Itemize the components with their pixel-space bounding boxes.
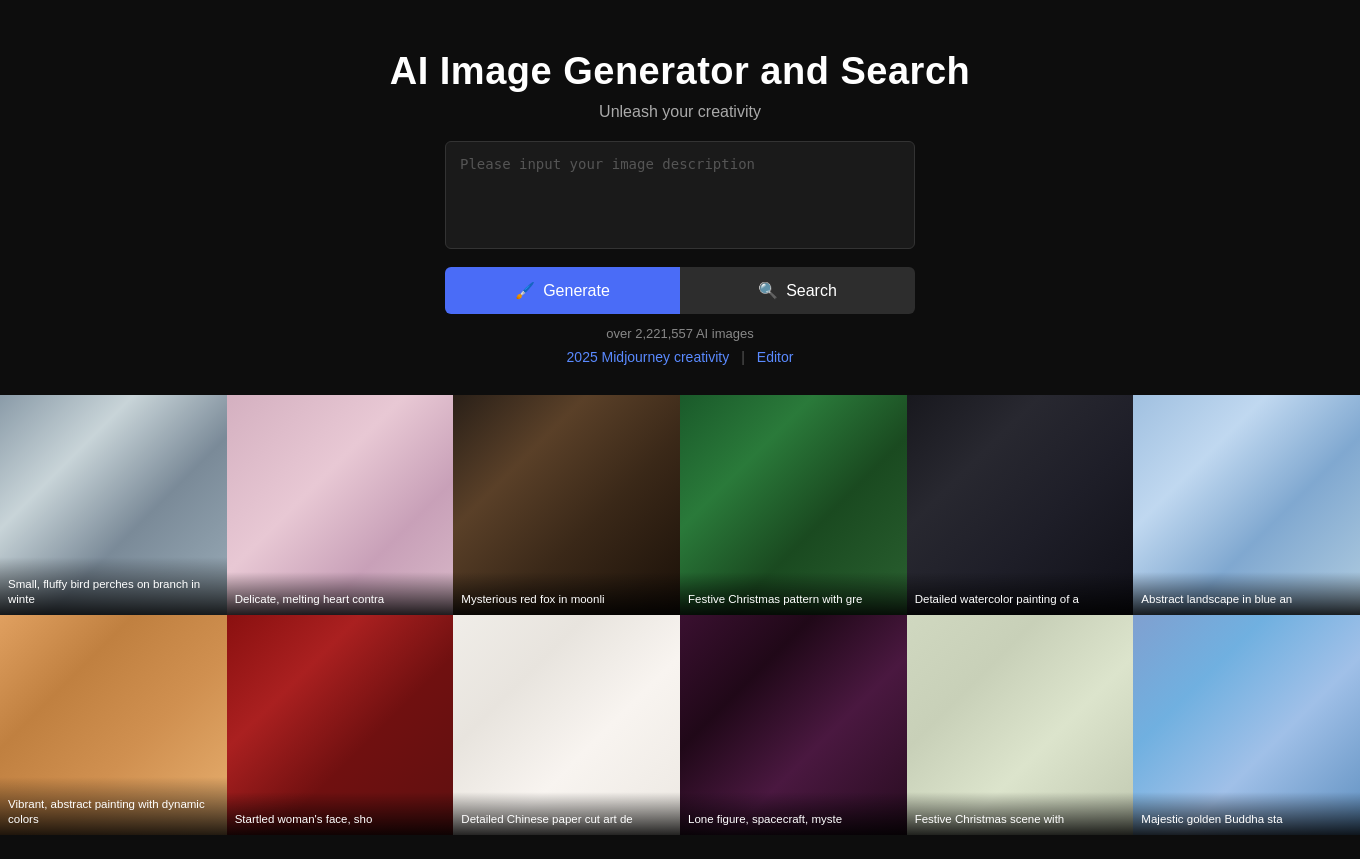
gallery-card-lone[interactable]: Lone figure, spacecraft, myste	[680, 615, 907, 835]
gallery-card-fox[interactable]: Mysterious red fox in moonli	[453, 395, 680, 615]
page-title: AI Image Generator and Search	[390, 50, 970, 93]
card-label-fox: Mysterious red fox in moonli	[453, 572, 680, 615]
image-gallery: Small, fluffy bird perches on branch in …	[0, 395, 1360, 835]
gallery-card-christmas[interactable]: Festive Christmas pattern with gre	[680, 395, 907, 615]
hero-subtitle: Unleash your creativity	[599, 103, 761, 121]
gallery-card-robot[interactable]: Detailed watercolor painting of a	[907, 395, 1134, 615]
hero-section: AI Image Generator and Search Unleash yo…	[0, 0, 1360, 395]
gallery-card-buddha[interactable]: Majestic golden Buddha sta	[1133, 615, 1360, 835]
action-buttons: 🖌️ Generate 🔍 Search	[445, 267, 915, 314]
gallery-card-startled[interactable]: Startled woman's face, sho	[227, 615, 454, 835]
card-label-lone: Lone figure, spacecraft, myste	[680, 792, 907, 835]
search-icon: 🔍	[758, 281, 778, 300]
card-label-bird: Small, fluffy bird perches on branch in …	[0, 557, 227, 615]
gallery-card-colorful[interactable]: Vibrant, abstract painting with dynamic …	[0, 615, 227, 835]
link-separator: |	[741, 349, 745, 365]
gallery-card-heart[interactable]: Delicate, melting heart contra	[227, 395, 454, 615]
card-label-robot: Detailed watercolor painting of a	[907, 572, 1134, 615]
gallery-card-abstract-blue[interactable]: Abstract landscape in blue an	[1133, 395, 1360, 615]
editor-link[interactable]: Editor	[757, 349, 794, 365]
input-wrapper	[445, 141, 915, 253]
gallery-card-chinese[interactable]: Detailed Chinese paper cut art de	[453, 615, 680, 835]
generate-label: Generate	[543, 282, 610, 300]
card-label-christmas: Festive Christmas pattern with gre	[680, 572, 907, 615]
card-label-bell: Festive Christmas scene with	[907, 792, 1134, 835]
gallery-row-2: Vibrant, abstract painting with dynamic …	[0, 615, 1360, 835]
gallery-row-1: Small, fluffy bird perches on branch in …	[0, 395, 1360, 615]
description-input[interactable]	[445, 141, 915, 249]
card-label-colorful: Vibrant, abstract painting with dynamic …	[0, 777, 227, 835]
card-label-buddha: Majestic golden Buddha sta	[1133, 792, 1360, 835]
brush-icon: 🖌️	[515, 281, 535, 300]
card-label-chinese: Detailed Chinese paper cut art de	[453, 792, 680, 835]
image-count: over 2,221,557 AI images	[606, 326, 753, 341]
gallery-card-bird[interactable]: Small, fluffy bird perches on branch in …	[0, 395, 227, 615]
links-row: 2025 Midjourney creativity | Editor	[567, 349, 794, 365]
card-label-abstract-blue: Abstract landscape in blue an	[1133, 572, 1360, 615]
search-label: Search	[786, 282, 837, 300]
gallery-card-bell[interactable]: Festive Christmas scene with	[907, 615, 1134, 835]
card-label-heart: Delicate, melting heart contra	[227, 572, 454, 615]
generate-button[interactable]: 🖌️ Generate	[445, 267, 680, 314]
midjourney-link[interactable]: 2025 Midjourney creativity	[567, 349, 730, 365]
search-button[interactable]: 🔍 Search	[680, 267, 915, 314]
card-label-startled: Startled woman's face, sho	[227, 792, 454, 835]
